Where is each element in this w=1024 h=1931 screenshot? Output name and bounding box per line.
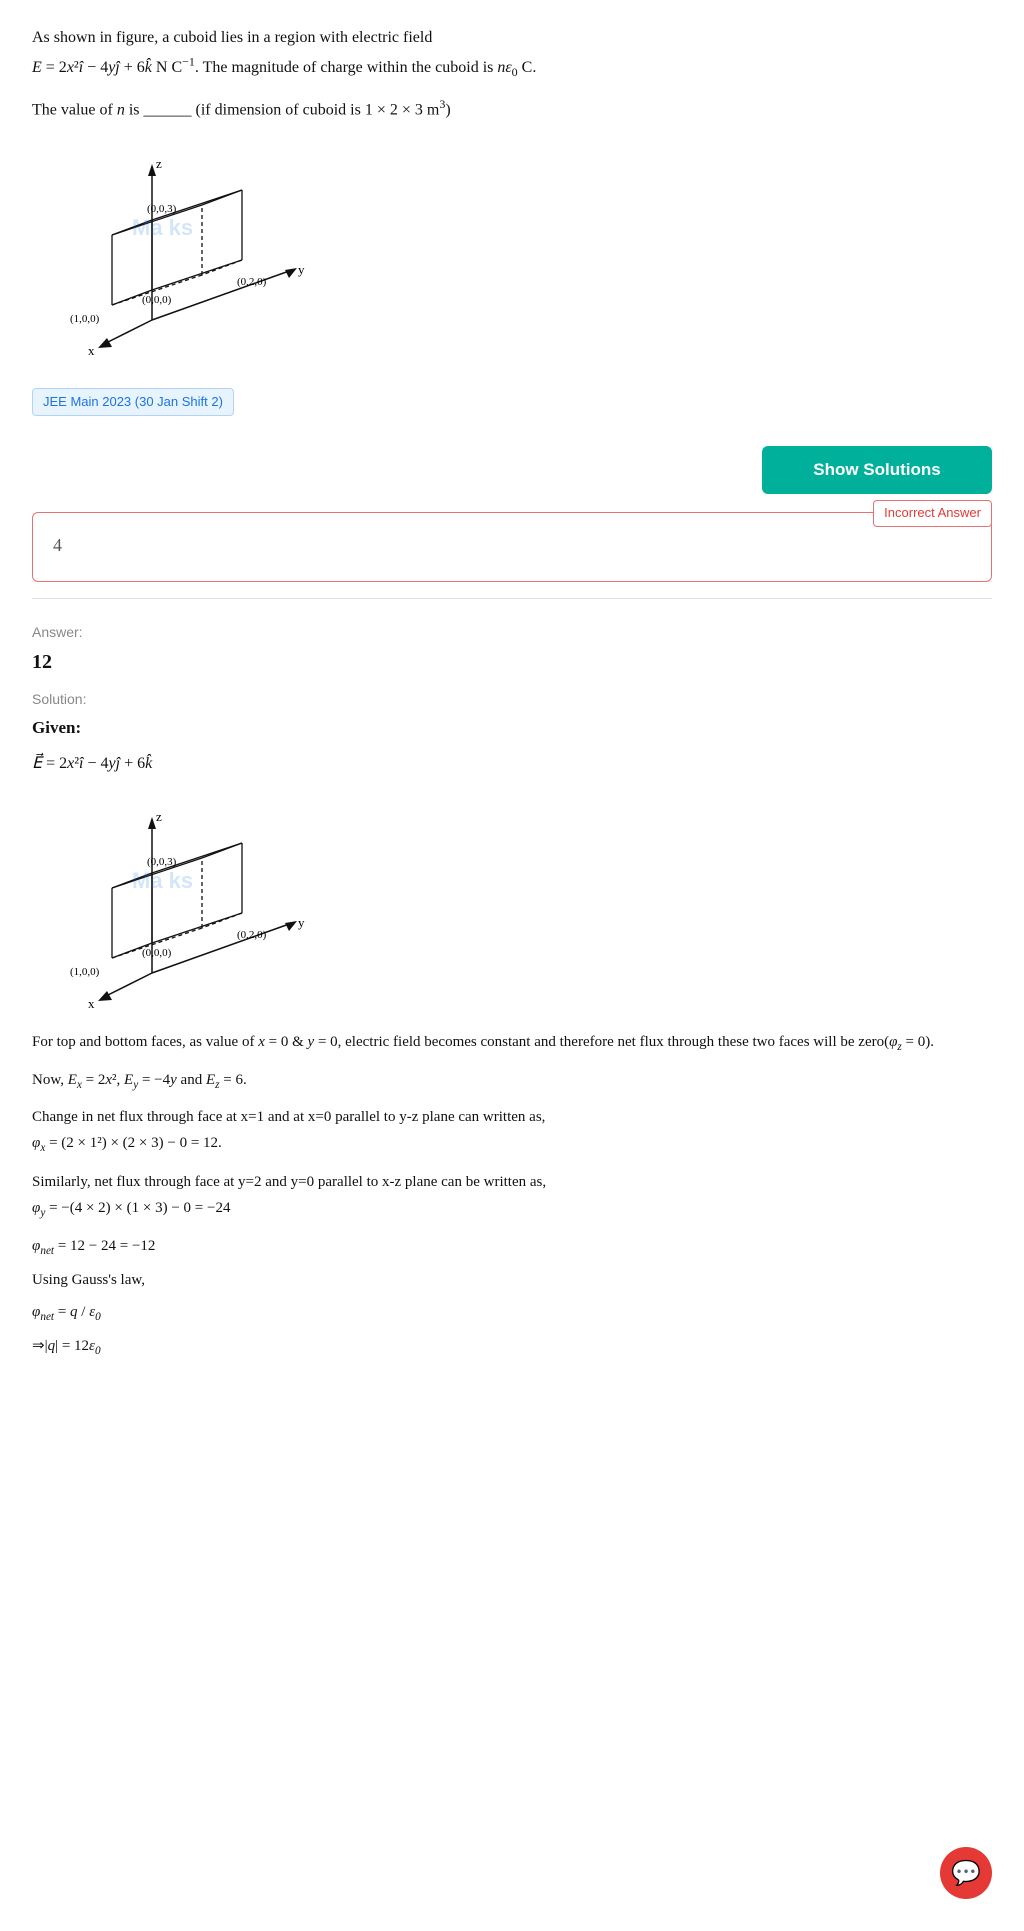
solution-diagram: Ma ks z y x ( [52,793,332,1013]
svg-text:(1,0,0): (1,0,0) [70,313,100,325]
solution-para1: For top and bottom faces, as value of x … [32,1029,992,1058]
svg-text:(0,0,0): (0,0,0) [142,294,172,306]
svg-text:(0,0,3): (0,0,3) [147,203,177,215]
intro-text: As shown in figure, a cuboid lies in a r… [32,29,432,46]
svg-text:(0,2,0): (0,2,0) [237,276,267,288]
cuboid-diagram-2: z y x (0,0,3) (0,0,0) (0,2,0) [52,793,332,1013]
svg-text:(0,0,3): (0,0,3) [147,856,177,868]
jee-tag: JEE Main 2023 (30 Jan Shift 2) [32,388,234,417]
answer-input-section: Incorrect Answer 4 [32,512,992,582]
field-equation: E = 2x²î − 4yĵ + 6k̂ N C−1. The magnitud… [32,59,536,76]
svg-text:x: x [88,343,95,358]
user-answer-value: 4 [53,535,62,555]
solution-section: Answer: 12 Solution: Given: E⃗ = 2x²î − … [32,621,992,1359]
solution-para3: Change in net flux through face at x=1 a… [32,1104,992,1159]
solution-para5: φnet = 12 − 24 = −12 [32,1234,992,1260]
question-intro: As shown in figure, a cuboid lies in a r… [32,24,992,82]
answer-label: Answer: [32,621,992,643]
solution-para6: Using Gauss's law, [32,1268,992,1292]
answer-value: 12 [32,646,992,678]
section-divider-1 [32,598,992,599]
solution-label: Solution: [32,688,992,710]
svg-text:z: z [156,809,162,824]
svg-text:z: z [156,156,162,171]
question-section: As shown in figure, a cuboid lies in a r… [32,24,992,582]
solution-para2: Now, Ex = 2x², Ey = −4y and Ez = 6. [32,1068,992,1094]
fab-icon: 💬 [951,1859,981,1888]
answer-box[interactable]: 4 [32,512,992,582]
svg-text:y: y [298,915,305,930]
svg-text:(1,0,0): (1,0,0) [70,966,100,978]
question-diagram: Ma ks z y x [52,140,332,360]
solution-para4: Similarly, net flux through face at y=2 … [32,1169,992,1224]
incorrect-badge: Incorrect Answer [873,500,992,527]
field-given: E⃗ = 2x²î − 4yĵ + 6k̂ [32,751,992,777]
value-prompt: The value of n is ______ (if dimension o… [32,94,992,124]
cuboid-diagram-1: z y x [52,140,332,360]
show-solutions-button[interactable]: Show Solutions [762,446,992,494]
svg-text:x: x [88,996,95,1011]
svg-text:(0,0,0): (0,0,0) [142,947,172,959]
fab-button[interactable]: 💬 [940,1847,992,1899]
solution-para7: φnet = q / ε0 [32,1300,992,1326]
solution-para8: ⇒|q| = 12ε0 [32,1334,992,1360]
svg-text:y: y [298,262,305,277]
given-label: Given: [32,714,992,741]
svg-text:(0,2,0): (0,2,0) [237,929,267,941]
